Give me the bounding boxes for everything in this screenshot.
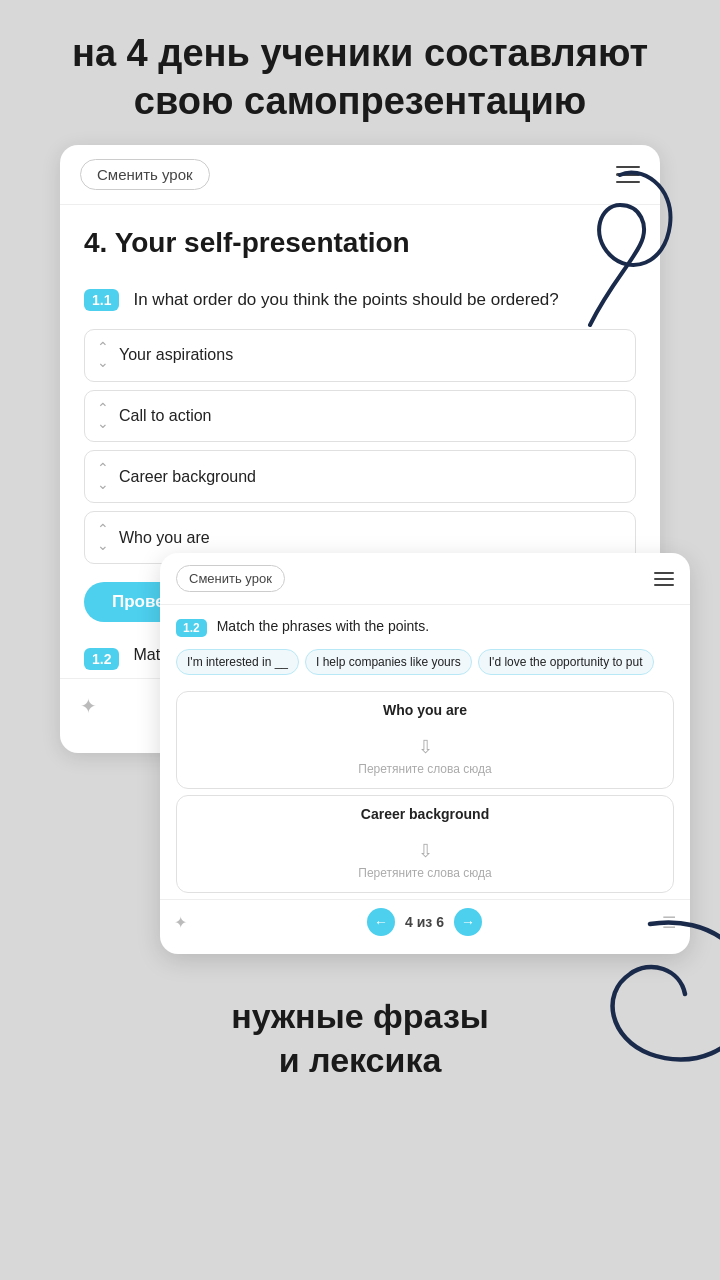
second-footer-nav: ← 4 из 6 → bbox=[367, 908, 482, 936]
drop-zone-1-title: Who you are bbox=[191, 702, 659, 718]
drop-zone-1[interactable]: Who you are ⇩ Перетяните слова сюда bbox=[176, 691, 674, 789]
drop-zone-1-area: ⇩ Перетяните слова сюда bbox=[191, 728, 659, 780]
sort-label-4: Who you are bbox=[119, 529, 210, 547]
list-icon[interactable]: ☰ bbox=[662, 913, 676, 932]
annotation-structure: добавляю структуру в помощь bbox=[708, 342, 720, 445]
sort-arrows-4[interactable]: ⌃ ⌄ bbox=[97, 522, 109, 553]
page-heading: на 4 день ученики составляют свою самопр… bbox=[0, 0, 720, 145]
lesson-title: 4. Your self-presentation bbox=[60, 205, 660, 271]
sort-label-1: Your aspirations bbox=[119, 346, 233, 364]
sort-arrows-2[interactable]: ⌃ ⌄ bbox=[97, 401, 109, 432]
drop-zone-2[interactable]: Career background ⇩ Перетяните слова сюд… bbox=[176, 795, 674, 893]
sort-label-3: Career background bbox=[119, 468, 256, 486]
second-question-text: Match the phrases with the points. bbox=[217, 617, 429, 637]
second-card-footer: ✦ ← 4 из 6 → ☰ bbox=[160, 899, 690, 944]
phrase-chips: I'm interested in __ I help companies li… bbox=[160, 645, 690, 685]
phrase-chip-1[interactable]: I help companies like yours bbox=[305, 649, 472, 675]
second-card-wrapper: Сменить урок 1.2 Match the phrases with … bbox=[160, 553, 690, 954]
second-question-number: 1.2 bbox=[176, 619, 207, 637]
second-change-lesson-button[interactable]: Сменить урок bbox=[176, 565, 285, 592]
phrase-chip-2[interactable]: I'd love the opportunity to put bbox=[478, 649, 654, 675]
sort-arrows-1[interactable]: ⌃ ⌄ bbox=[97, 340, 109, 371]
sort-item-2[interactable]: ⌃ ⌄ Call to action bbox=[84, 390, 636, 443]
drop-zone-2-title: Career background bbox=[191, 806, 659, 822]
sort-list: ⌃ ⌄ Your aspirations ⌃ ⌄ Call to action … bbox=[84, 329, 636, 564]
question-block: 1.1 In what order do you think the point… bbox=[60, 271, 660, 321]
second-hamburger-menu[interactable] bbox=[654, 572, 674, 586]
sort-item-3[interactable]: ⌃ ⌄ Career background bbox=[84, 450, 636, 503]
question-text: In what order do you think the points sh… bbox=[133, 287, 558, 313]
magic-wand-icon[interactable]: ✦ bbox=[80, 694, 97, 718]
sort-label-2: Call to action bbox=[119, 407, 212, 425]
second-lesson-card: Сменить урок 1.2 Match the phrases with … bbox=[160, 553, 690, 954]
drop-placeholder-2: Перетяните слова сюда bbox=[358, 866, 491, 880]
second-prev-button[interactable]: ← bbox=[367, 908, 395, 936]
change-lesson-button[interactable]: Сменить урок bbox=[80, 159, 210, 190]
second-card-header: Сменить урок bbox=[160, 553, 690, 605]
phrase-chip-0[interactable]: I'm interested in __ bbox=[176, 649, 299, 675]
download-icon-1: ⇩ bbox=[418, 736, 433, 758]
second-question-block: 1.2 Match the phrases with the points. bbox=[160, 605, 690, 645]
second-next-button[interactable]: → bbox=[454, 908, 482, 936]
next-question-number: 1.2 bbox=[84, 648, 119, 670]
second-magic-wand-icon[interactable]: ✦ bbox=[174, 913, 187, 932]
question-number: 1.1 bbox=[84, 289, 119, 311]
download-icon-2: ⇩ bbox=[418, 840, 433, 862]
card-header: Сменить урок bbox=[60, 145, 660, 205]
bottom-text: нужные фразы и лексика bbox=[0, 954, 720, 1112]
sort-item-1[interactable]: ⌃ ⌄ Your aspirations bbox=[84, 329, 636, 382]
sort-arrows-3[interactable]: ⌃ ⌄ bbox=[97, 461, 109, 492]
drop-placeholder-1: Перетяните слова сюда bbox=[358, 762, 491, 776]
hamburger-menu[interactable] bbox=[616, 166, 640, 184]
second-page-indicator: 4 из 6 bbox=[405, 914, 444, 930]
drop-zone-2-area: ⇩ Перетяните слова сюда bbox=[191, 832, 659, 884]
